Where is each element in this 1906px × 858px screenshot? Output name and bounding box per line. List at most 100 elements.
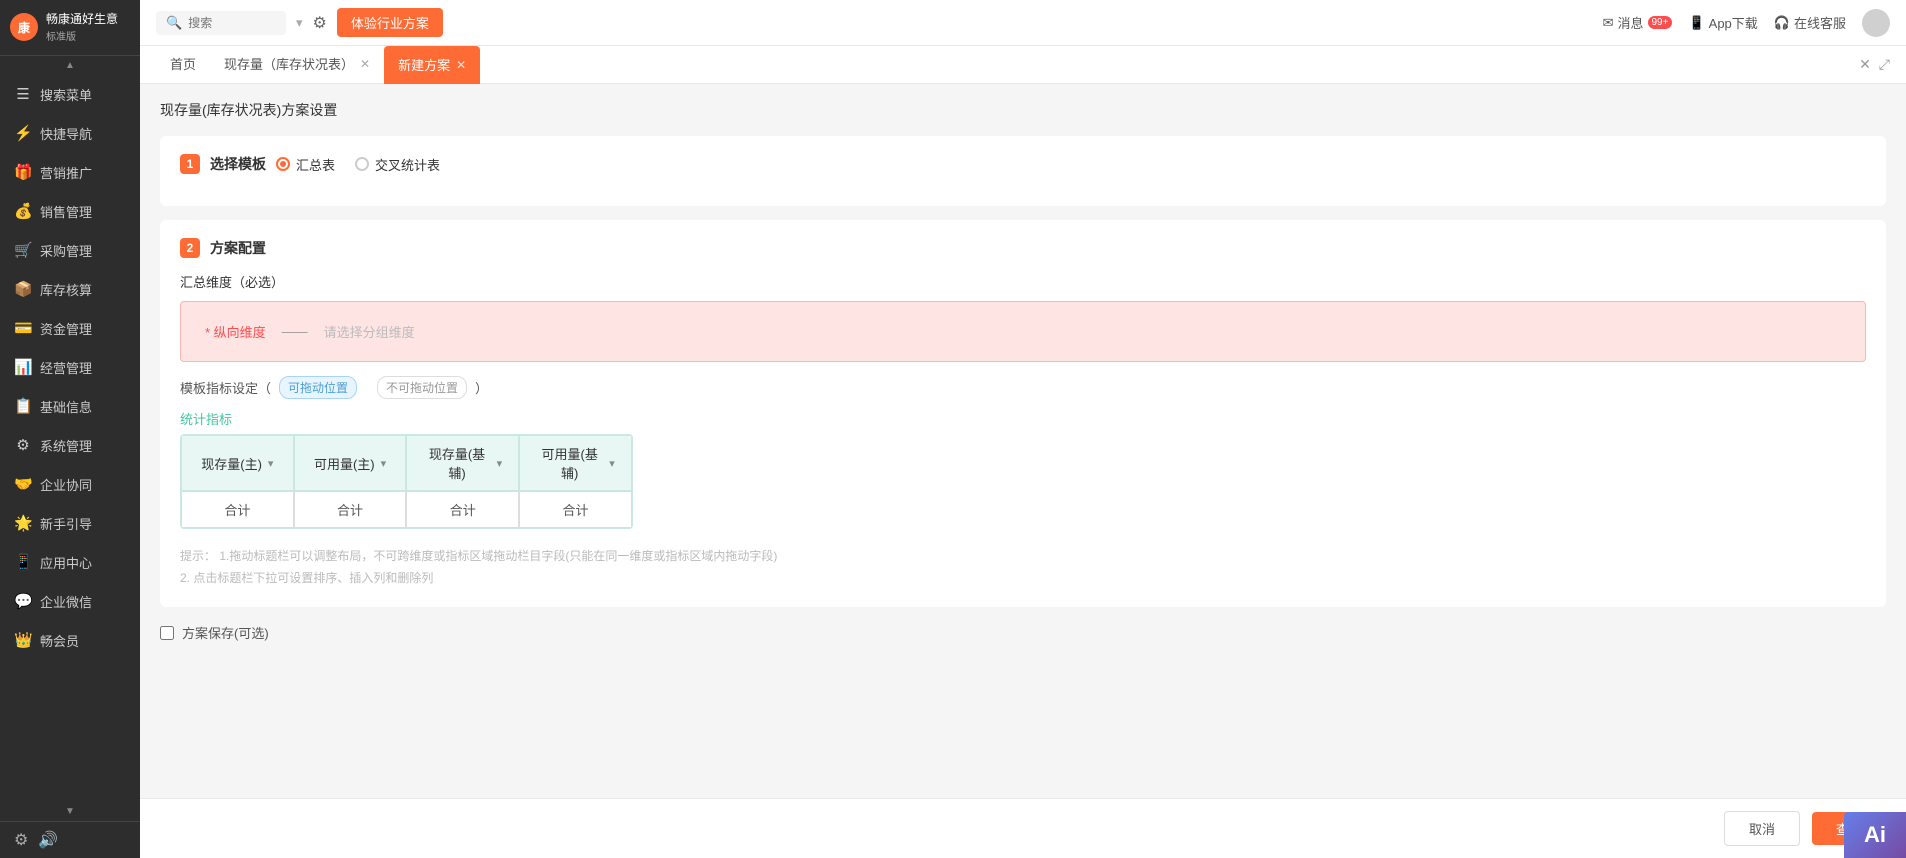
stats-body-2: 合计	[406, 491, 519, 528]
save-option-label: 方案保存(可选)	[182, 623, 269, 642]
sidebar-item-member[interactable]: 👑 畅会员	[0, 621, 140, 660]
tab-home-label: 首页	[170, 54, 196, 73]
trial-btn[interactable]: 体验行业方案	[337, 8, 443, 37]
collapse-icon[interactable]: ✕	[1859, 56, 1871, 73]
tab-inventory-close-icon[interactable]: ✕	[360, 57, 370, 71]
sidebar-item-search-menu[interactable]: ☰ 搜索菜单	[0, 75, 140, 114]
sidebar-item-label: 营销推广	[40, 163, 92, 182]
message-label: 消息	[1617, 13, 1643, 32]
search-menu-icon: ☰	[14, 85, 32, 103]
section1-label: 选择模板	[210, 154, 266, 174]
sidebar-item-newbie[interactable]: 🌟 新手引导	[0, 504, 140, 543]
sidebar-item-enterprise[interactable]: 🤝 企业协同	[0, 465, 140, 504]
chevron-down-3-icon[interactable]: ▾	[609, 457, 615, 470]
save-checkbox[interactable]	[160, 626, 174, 640]
sidebar-item-label: 应用中心	[40, 553, 92, 572]
stats-header-3: 可用量(基辅) ▾	[519, 435, 632, 491]
stats-body-0: 合计	[181, 491, 294, 528]
sidebar-item-label: 基础信息	[40, 397, 92, 416]
sidebar-item-enterprise-wechat[interactable]: 💬 企业微信	[0, 582, 140, 621]
sidebar-nav: ☰ 搜索菜单 ⚡ 快捷导航 🎁 营销推广 💰 销售管理 🛒 采购管理 📦 库存核…	[0, 75, 140, 802]
sidebar-item-label: 资金管理	[40, 319, 92, 338]
tab-new-scheme-label: 新建方案	[398, 55, 450, 74]
tab-expand-btns: ✕ ⤢	[1859, 56, 1890, 73]
tab-inventory-status-label: 现存量（库存状况表）	[224, 54, 354, 73]
online-service-item[interactable]: 🎧 在线客服	[1774, 13, 1846, 32]
stats-body-1: 合计	[294, 491, 407, 528]
sidebar-item-inventory[interactable]: 📦 库存核算	[0, 270, 140, 309]
system-icon: ⚙	[14, 436, 32, 454]
save-option: 方案保存(可选)	[160, 623, 1886, 642]
headset-icon: 🎧	[1774, 15, 1790, 31]
sidebar-item-system[interactable]: ⚙ 系统管理	[0, 426, 140, 465]
sidebar-item-label: 采购管理	[40, 241, 92, 260]
basic-icon: 📋	[14, 397, 32, 415]
logo-text: 畅康通好生意 标准版	[46, 12, 118, 43]
app-download-item[interactable]: 📱 App下载	[1688, 13, 1757, 32]
dimension-placeholder: 请选择分组维度	[324, 322, 415, 341]
sidebar-item-label: 搜索菜单	[40, 85, 92, 104]
drag-badge: 可拖动位置	[279, 376, 357, 399]
expand-icon[interactable]: ⤢	[1879, 56, 1890, 73]
chevron-down-1-icon[interactable]: ▾	[381, 457, 387, 470]
content: 现存量(库存状况表)方案设置 1 选择模板 汇总表 交叉统计表	[140, 84, 1906, 798]
sales-icon: 💰	[14, 202, 32, 220]
settings-icon[interactable]: ⚙	[14, 830, 28, 850]
radio-summary-dot	[276, 157, 290, 171]
sidebar-item-app-center[interactable]: 📱 应用中心	[0, 543, 140, 582]
stats-section-label: 统计指标	[180, 409, 1866, 428]
chevron-down-2-icon[interactable]: ▾	[497, 457, 503, 470]
sidebar-item-label: 销售管理	[40, 202, 92, 221]
sidebar-item-purchase[interactable]: 🛒 采购管理	[0, 231, 140, 270]
tab-inventory-status[interactable]: 现存量（库存状况表） ✕	[210, 46, 384, 84]
message-item[interactable]: ✉ 消息 99+	[1603, 13, 1673, 32]
main: 🔍 ▾ ⚙ 体验行业方案 ✉ 消息 99+ 📱 App下载 🎧 在线客服	[140, 0, 1906, 858]
chevron-down-icon[interactable]: ▾	[296, 15, 303, 31]
app-download-icon: 📱	[1688, 15, 1704, 31]
sidebar-scroll-up[interactable]: ▲	[0, 56, 140, 75]
stats-table-body-row: 合计 合计 合计 合计	[181, 491, 632, 528]
topbar-gear-icon[interactable]: ⚙	[313, 13, 327, 33]
tab-home[interactable]: 首页	[156, 46, 210, 84]
enterprise-wechat-icon: 💬	[14, 592, 32, 610]
template-cross-option[interactable]: 交叉统计表	[355, 155, 440, 174]
sidebar-item-sales[interactable]: 💰 销售管理	[0, 192, 140, 231]
tab-new-scheme[interactable]: 新建方案 ✕	[384, 46, 480, 84]
section2-card: 2 方案配置 汇总维度（必选） * 纵向维度 —— 请选择分组维度 模板指标设定…	[160, 220, 1886, 607]
template-cross-label: 交叉统计表	[375, 155, 440, 174]
sidebar-item-label: 系统管理	[40, 436, 92, 455]
sidebar-item-marketing[interactable]: 🎁 营销推广	[0, 153, 140, 192]
dimension-box[interactable]: * 纵向维度 —— 请选择分组维度	[180, 301, 1866, 362]
purchase-icon: 🛒	[14, 241, 32, 259]
footer: 取消 查询	[140, 798, 1906, 858]
sidebar-item-finance[interactable]: 💳 资金管理	[0, 309, 140, 348]
cancel-button[interactable]: 取消	[1724, 811, 1800, 846]
sidebar-item-basic[interactable]: 📋 基础信息	[0, 387, 140, 426]
vertical-dim-label: * 纵向维度	[205, 322, 266, 341]
quick-nav-icon: ⚡	[14, 124, 32, 142]
sidebar-item-operation[interactable]: 📊 经营管理	[0, 348, 140, 387]
template-summary-label: 汇总表	[296, 155, 335, 174]
indicator-config-prefix: 模板指标设定（	[180, 378, 271, 397]
indicator-config-suffix: ）	[475, 378, 488, 397]
tab-new-scheme-close-icon[interactable]: ✕	[456, 58, 466, 72]
user-avatar[interactable]	[1862, 9, 1890, 37]
search-input[interactable]	[188, 16, 268, 30]
newbie-icon: 🌟	[14, 514, 32, 532]
hint-text-1: 2. 点击标题栏下拉可设置排序、插入列和删除列	[180, 568, 1866, 590]
sidebar-item-quick-nav[interactable]: ⚡ 快捷导航	[0, 114, 140, 153]
sound-icon[interactable]: 🔊	[38, 830, 58, 850]
section2-label: 方案配置	[210, 238, 266, 258]
template-summary-option[interactable]: 汇总表	[276, 155, 335, 174]
sidebar-scroll-down[interactable]: ▼	[0, 802, 140, 821]
message-icon: ✉	[1603, 15, 1614, 31]
section1-num: 1	[180, 154, 200, 174]
ai-badge[interactable]: Ai	[1844, 812, 1906, 858]
chevron-down-0-icon[interactable]: ▾	[268, 457, 274, 470]
operation-icon: 📊	[14, 358, 32, 376]
finance-icon: 💳	[14, 319, 32, 337]
stats-header-1-label: 可用量(主)	[314, 454, 375, 473]
sidebar: 康 畅康通好生意 标准版 ▲ ☰ 搜索菜单 ⚡ 快捷导航 🎁 营销推广 💰 销售…	[0, 0, 140, 858]
stats-header-2-label: 现存量(基辅)	[423, 444, 490, 482]
sidebar-bottom: ⚙ 🔊	[0, 821, 140, 858]
